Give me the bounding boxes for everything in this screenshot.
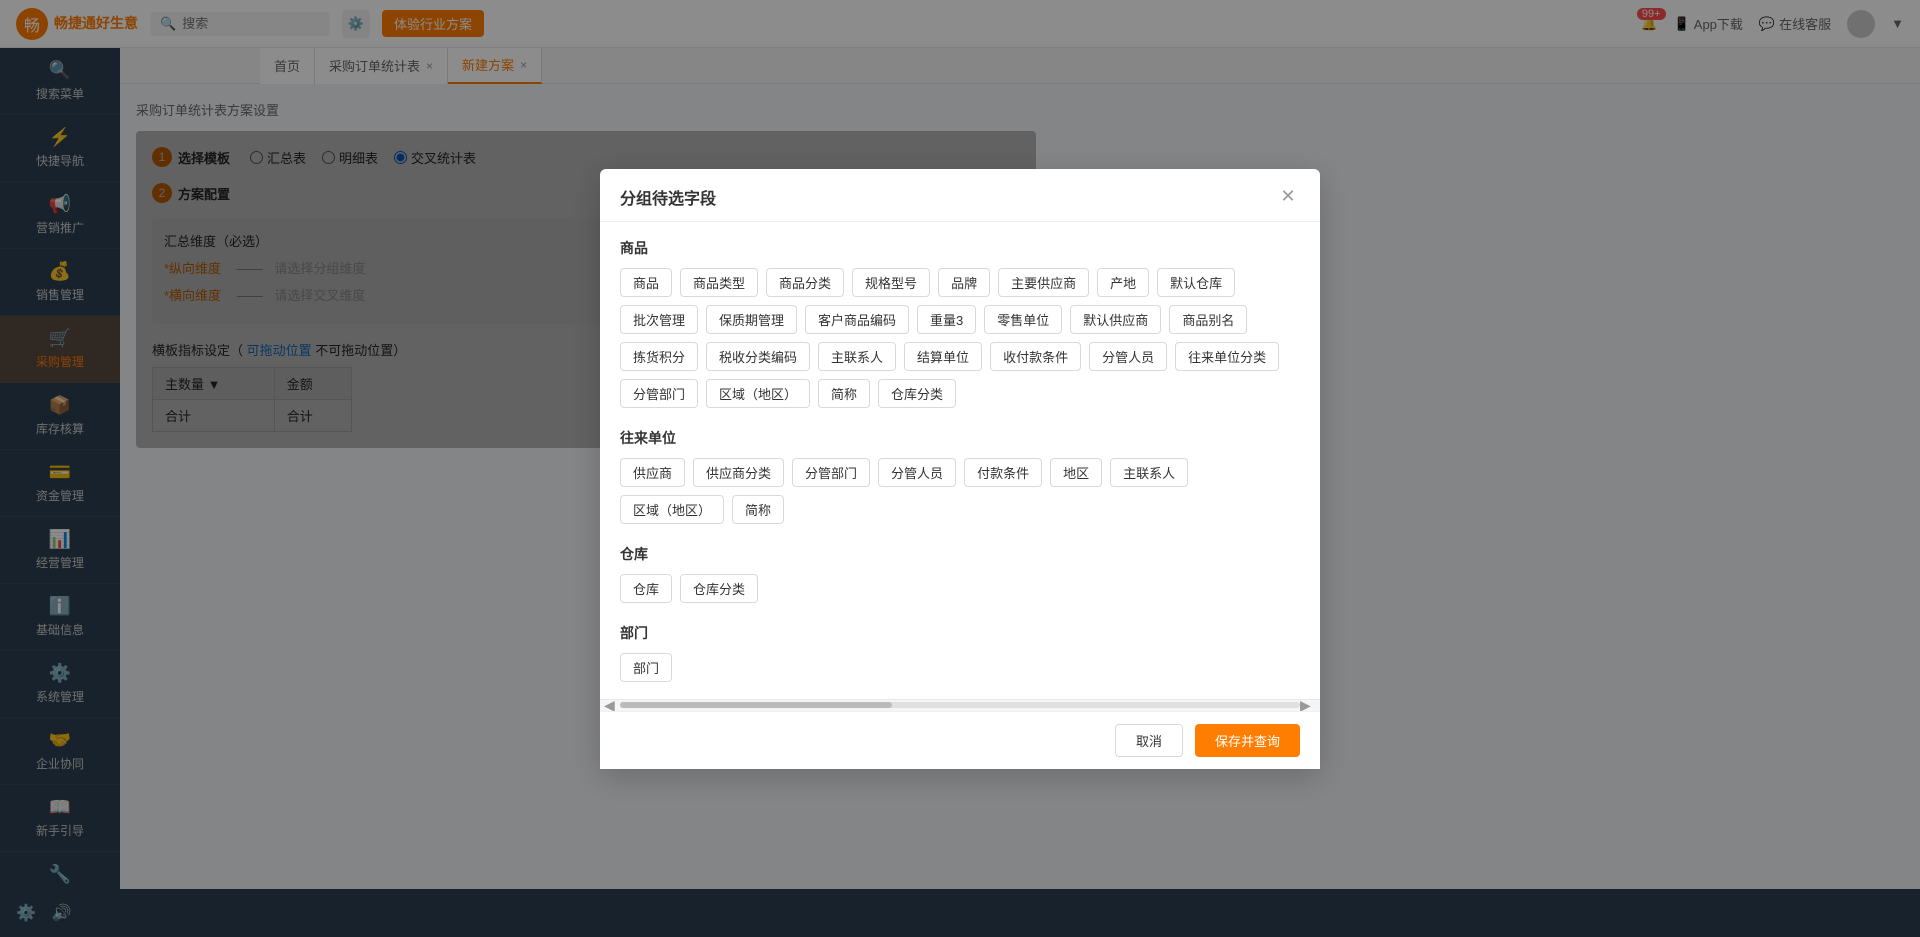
field-tag[interactable]: 品牌 [938,268,990,297]
hscroll-thumb[interactable] [620,702,892,708]
field-tag[interactable]: 往来单位分类 [1175,342,1279,371]
field-tag[interactable]: 产地 [1097,268,1149,297]
modal-footer: 取消 保存并查询 [600,711,1320,769]
field-tag[interactable]: 供应商分类 [693,458,784,487]
field-tag[interactable]: 结算单位 [904,342,982,371]
field-tag[interactable]: 区域（地区） [620,495,724,524]
field-tag[interactable]: 重量3 [917,305,976,334]
field-tag[interactable]: 默认供应商 [1070,305,1161,334]
field-tag[interactable]: 地区 [1050,458,1102,487]
field-tag[interactable]: 主联系人 [1110,458,1188,487]
warehouse-fields: 仓库 仓库分类 [620,574,1300,603]
field-tag[interactable]: 客户商品编码 [805,305,909,334]
section-department: 部门 部门 [620,623,1300,682]
field-tag[interactable]: 简称 [732,495,784,524]
field-tag[interactable]: 商品别名 [1169,305,1247,334]
field-tag[interactable]: 仓库 [620,574,672,603]
field-tag[interactable]: 商品分类 [766,268,844,297]
section-warehouse: 仓库 仓库 仓库分类 [620,544,1300,603]
modal-title: 分组待选字段 [620,185,716,209]
field-tag[interactable]: 仓库分类 [878,379,956,408]
field-tag[interactable]: 税收分类编码 [706,342,810,371]
field-tag[interactable]: 拣货积分 [620,342,698,371]
field-tag[interactable]: 付款条件 [964,458,1042,487]
partners-fields: 供应商 供应商分类 分管部门 分管人员 付款条件 地区 主联系人 区域（地区） … [620,458,1300,524]
modal-body: 商品 商品 商品类型 商品分类 规格型号 品牌 主要供应商 产地 默认仓库 批次… [600,222,1320,699]
field-tag[interactable]: 分管人员 [1089,342,1167,371]
department-fields: 部门 [620,653,1300,682]
field-tag[interactable]: 批次管理 [620,305,698,334]
section-goods-title: 商品 [620,238,1300,258]
section-partners: 往来单位 供应商 供应商分类 分管部门 分管人员 付款条件 地区 主联系人 区域… [620,428,1300,524]
field-tag[interactable]: 分管人员 [878,458,956,487]
field-tag[interactable]: 主联系人 [818,342,896,371]
goods-fields: 商品 商品类型 商品分类 规格型号 品牌 主要供应商 产地 默认仓库 批次管理 … [620,268,1300,408]
field-tag[interactable]: 收付款条件 [990,342,1081,371]
section-department-title: 部门 [620,623,1300,643]
field-tag[interactable]: 零售单位 [984,305,1062,334]
field-tag[interactable]: 供应商 [620,458,685,487]
field-tag[interactable]: 简称 [818,379,870,408]
field-tag[interactable]: 仓库分类 [680,574,758,603]
section-warehouse-title: 仓库 [620,544,1300,564]
section-partners-title: 往来单位 [620,428,1300,448]
field-tag[interactable]: 分管部门 [792,458,870,487]
field-tag[interactable]: 保质期管理 [706,305,797,334]
save-query-button[interactable]: 保存并查询 [1195,724,1300,757]
field-tag[interactable]: 主要供应商 [998,268,1089,297]
field-tag[interactable]: 商品 [620,268,672,297]
modal-close-button[interactable]: ✕ [1276,185,1300,209]
modal-overlay: 分组待选字段 ✕ 商品 商品 商品类型 商品分类 规格型号 品牌 主要供应商 产… [0,0,1920,937]
hscroll-track [620,702,1300,708]
modal-header: 分组待选字段 ✕ [600,169,1320,222]
field-tag[interactable]: 规格型号 [852,268,930,297]
field-tag[interactable]: 部门 [620,653,672,682]
field-tag[interactable]: 区域（地区） [706,379,810,408]
field-tag[interactable]: 默认仓库 [1157,268,1235,297]
field-tag[interactable]: 商品类型 [680,268,758,297]
section-goods: 商品 商品 商品类型 商品分类 规格型号 品牌 主要供应商 产地 默认仓库 批次… [620,238,1300,408]
cancel-button[interactable]: 取消 [1115,724,1183,757]
field-tag[interactable]: 分管部门 [620,379,698,408]
modal-hscrollbar[interactable]: ◀ ▶ [600,699,1320,711]
field-selection-modal: 分组待选字段 ✕ 商品 商品 商品类型 商品分类 规格型号 品牌 主要供应商 产… [600,169,1320,769]
